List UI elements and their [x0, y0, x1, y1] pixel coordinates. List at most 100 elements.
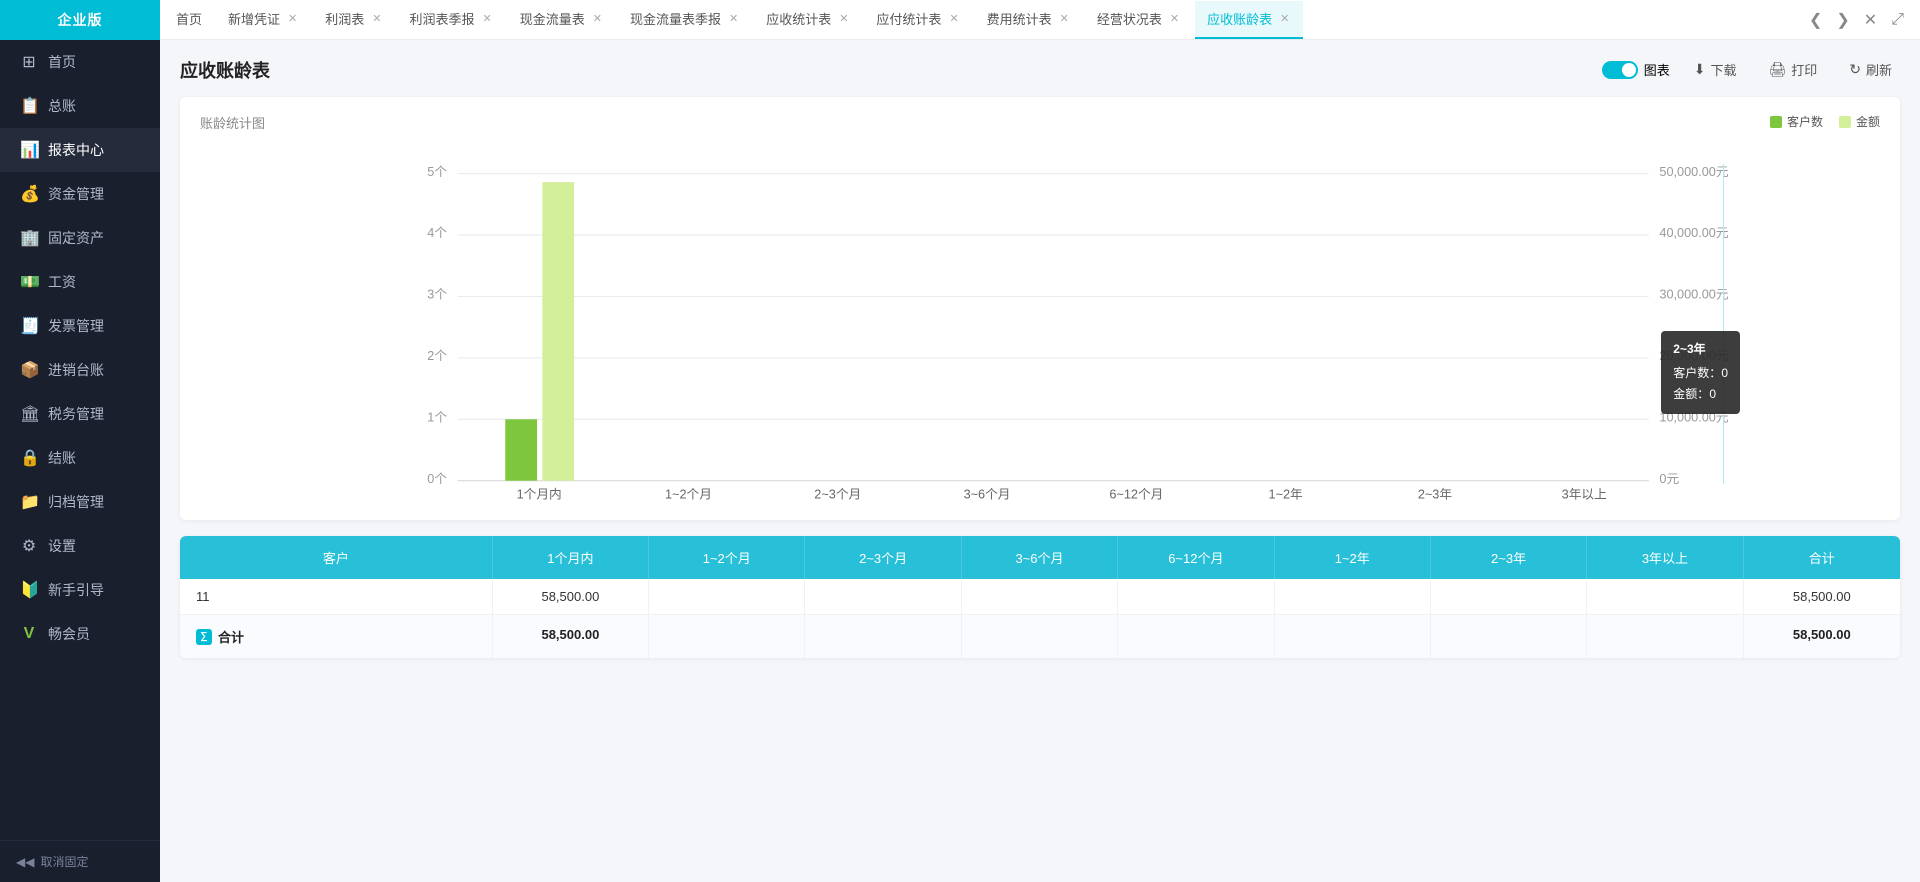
td-customer: 11 — [180, 579, 493, 614]
td-m12 — [649, 579, 805, 614]
assets-icon: 🏢 — [20, 228, 38, 248]
tab-voucher[interactable]: 新增凭证 ✕ — [216, 1, 311, 39]
sidebar-item-guide[interactable]: 🔰 新手引导 — [0, 568, 160, 612]
tab-operation[interactable]: 经营状况表 ✕ — [1085, 1, 1193, 39]
toggle-thumb — [1622, 63, 1636, 77]
td-total-y3plus — [1587, 615, 1743, 658]
tab-close-ar-stat[interactable]: ✕ — [837, 12, 850, 25]
sidebar-item-label: 结账 — [48, 448, 76, 468]
refresh-btn[interactable]: ↻ 刷新 — [1841, 56, 1900, 83]
svg-text:10,000.00元: 10,000.00元 — [1659, 410, 1728, 424]
page-content-area: 应收账龄表 图表 ⬇ 下载 🖨 打印 ↻ 刷新 — [160, 40, 1920, 882]
td-total-m612 — [1118, 615, 1274, 658]
sidebar-item-sales[interactable]: 📦 进销台账 — [0, 348, 160, 392]
chart-toggle[interactable]: 图表 — [1602, 60, 1670, 79]
sidebar-item-settings[interactable]: ⚙ 设置 — [0, 524, 160, 568]
svg-text:40,000.00元: 40,000.00元 — [1659, 226, 1728, 240]
sidebar-item-home[interactable]: ⊞ 首页 — [0, 40, 160, 84]
tab-profit[interactable]: 利润表 ✕ — [313, 1, 395, 39]
tab-prev-btn[interactable]: ❮ — [1805, 8, 1826, 32]
tab-expand-btn[interactable]: ⤢ — [1887, 9, 1908, 31]
header-actions: 图表 ⬇ 下载 🖨 打印 ↻ 刷新 — [1602, 56, 1900, 83]
sidebar-item-funds[interactable]: 💰 资金管理 — [0, 172, 160, 216]
svg-text:3年以上: 3年以上 — [1562, 488, 1607, 502]
th-m612: 6~12个月 — [1118, 536, 1274, 579]
print-icon: 🖨 — [1768, 61, 1786, 78]
home-icon: ⊞ — [20, 52, 38, 72]
th-m12: 1~2个月 — [649, 536, 805, 579]
sidebar-item-label: 税务管理 — [48, 404, 104, 424]
legend-customer-color — [1770, 116, 1782, 128]
sidebar: 企业版 ⊞ 首页 📋 总账 📊 报表中心 💰 资金管理 🏢 固定资产 💵 工资 … — [0, 0, 160, 882]
tab-profit-q[interactable]: 利润表季报 ✕ — [397, 1, 505, 39]
tax-icon: 🏛 — [20, 404, 38, 424]
legend-amount: 金额 — [1839, 113, 1880, 130]
tab-ap-stat[interactable]: 应付统计表 ✕ — [864, 1, 972, 39]
sidebar-item-label: 总账 — [48, 96, 76, 116]
tab-close-ap-stat[interactable]: ✕ — [947, 12, 960, 25]
sidebar-footer-pin[interactable]: ◀◀ 取消固定 — [0, 840, 160, 882]
tab-ar-aging[interactable]: 应收账龄表 ✕ — [1195, 1, 1303, 39]
tab-close-cashflow-q[interactable]: ✕ — [727, 12, 740, 25]
sidebar-item-label: 设置 — [48, 536, 76, 556]
svg-text:1~2年: 1~2年 — [1269, 488, 1304, 502]
svg-text:2个: 2个 — [427, 349, 447, 363]
tab-expense[interactable]: 费用统计表 ✕ — [975, 1, 1083, 39]
sidebar-item-close[interactable]: 🔒 结账 — [0, 436, 160, 480]
tab-close-expense[interactable]: ✕ — [1058, 12, 1071, 25]
print-btn[interactable]: 🖨 打印 — [1760, 56, 1825, 83]
td-m36 — [962, 579, 1118, 614]
th-m36: 3~6个月 — [962, 536, 1118, 579]
toggle-label: 图表 — [1644, 60, 1670, 79]
svg-text:6~12个月: 6~12个月 — [1109, 488, 1163, 502]
th-total: 合计 — [1744, 536, 1900, 579]
tab-home[interactable]: 首页 — [164, 1, 214, 39]
legend-customer: 客户数 — [1770, 113, 1823, 130]
tab-ar-stat[interactable]: 应收统计表 ✕ — [754, 1, 862, 39]
td-y23 — [1431, 579, 1587, 614]
tab-close-cashflow[interactable]: ✕ — [591, 12, 604, 25]
tab-cashflow-q[interactable]: 现金流量表季报 ✕ — [618, 1, 752, 39]
ledger-icon: 📋 — [20, 96, 38, 116]
sidebar-item-invoice[interactable]: 🧾 发票管理 — [0, 304, 160, 348]
tab-close-profit[interactable]: ✕ — [370, 12, 383, 25]
sidebar-item-label: 报表中心 — [48, 140, 104, 160]
chart-wrapper: 0个 1个 2个 3个 4个 5个 0元 10,000.00元 20,000.0… — [200, 144, 1880, 504]
bar-1m-customer — [505, 419, 537, 480]
total-row: ∑ 合计 58,500.00 58,500.00 — [180, 615, 1900, 658]
svg-text:3个: 3个 — [427, 288, 447, 302]
th-m23: 2~3个月 — [805, 536, 961, 579]
tab-close-ar-aging[interactable]: ✕ — [1278, 12, 1291, 25]
toggle-track[interactable] — [1602, 61, 1638, 79]
refresh-icon: ↻ — [1849, 61, 1861, 78]
sidebar-item-label: 资金管理 — [48, 184, 104, 204]
sidebar-item-assets[interactable]: 🏢 固定资产 — [0, 216, 160, 260]
svg-text:50,000.00元: 50,000.00元 — [1659, 165, 1728, 179]
download-icon: ⬇ — [1694, 61, 1706, 78]
sidebar-item-report[interactable]: 📊 报表中心 — [0, 128, 160, 172]
sidebar-item-tax[interactable]: 🏛 税务管理 — [0, 392, 160, 436]
sidebar-item-label: 畅会员 — [48, 624, 90, 644]
td-y12 — [1275, 579, 1431, 614]
td-total-m23 — [805, 615, 961, 658]
td-total-y12 — [1275, 615, 1431, 658]
svg-text:2~3个月: 2~3个月 — [814, 488, 861, 502]
sidebar-item-vip[interactable]: V 畅会员 — [0, 612, 160, 656]
legend-amount-label: 金额 — [1856, 113, 1880, 130]
archive-icon: 📁 — [20, 492, 38, 512]
download-btn[interactable]: ⬇ 下载 — [1686, 56, 1745, 83]
tab-close-all-btn[interactable]: ✕ — [1860, 8, 1881, 32]
tab-close-voucher[interactable]: ✕ — [286, 12, 299, 25]
sidebar-item-salary[interactable]: 💵 工资 — [0, 260, 160, 304]
tab-controls: ❮ ❯ ✕ ⤢ — [1797, 8, 1916, 32]
tab-close-operation[interactable]: ✕ — [1168, 12, 1181, 25]
tab-next-btn[interactable]: ❯ — [1832, 8, 1853, 32]
main-content: 首页 新增凭证 ✕ 利润表 ✕ 利润表季报 ✕ 现金流量表 ✕ 现金流量表季报 … — [160, 0, 1920, 882]
sidebar-item-archive[interactable]: 📁 归档管理 — [0, 480, 160, 524]
tab-close-profit-q[interactable]: ✕ — [481, 12, 494, 25]
app-logo: 企业版 — [0, 0, 160, 40]
sidebar-item-ledger[interactable]: 📋 总账 — [0, 84, 160, 128]
tab-cashflow[interactable]: 现金流量表 ✕ — [508, 1, 616, 39]
svg-text:0元: 0元 — [1659, 472, 1679, 486]
guide-icon: 🔰 — [20, 580, 38, 600]
